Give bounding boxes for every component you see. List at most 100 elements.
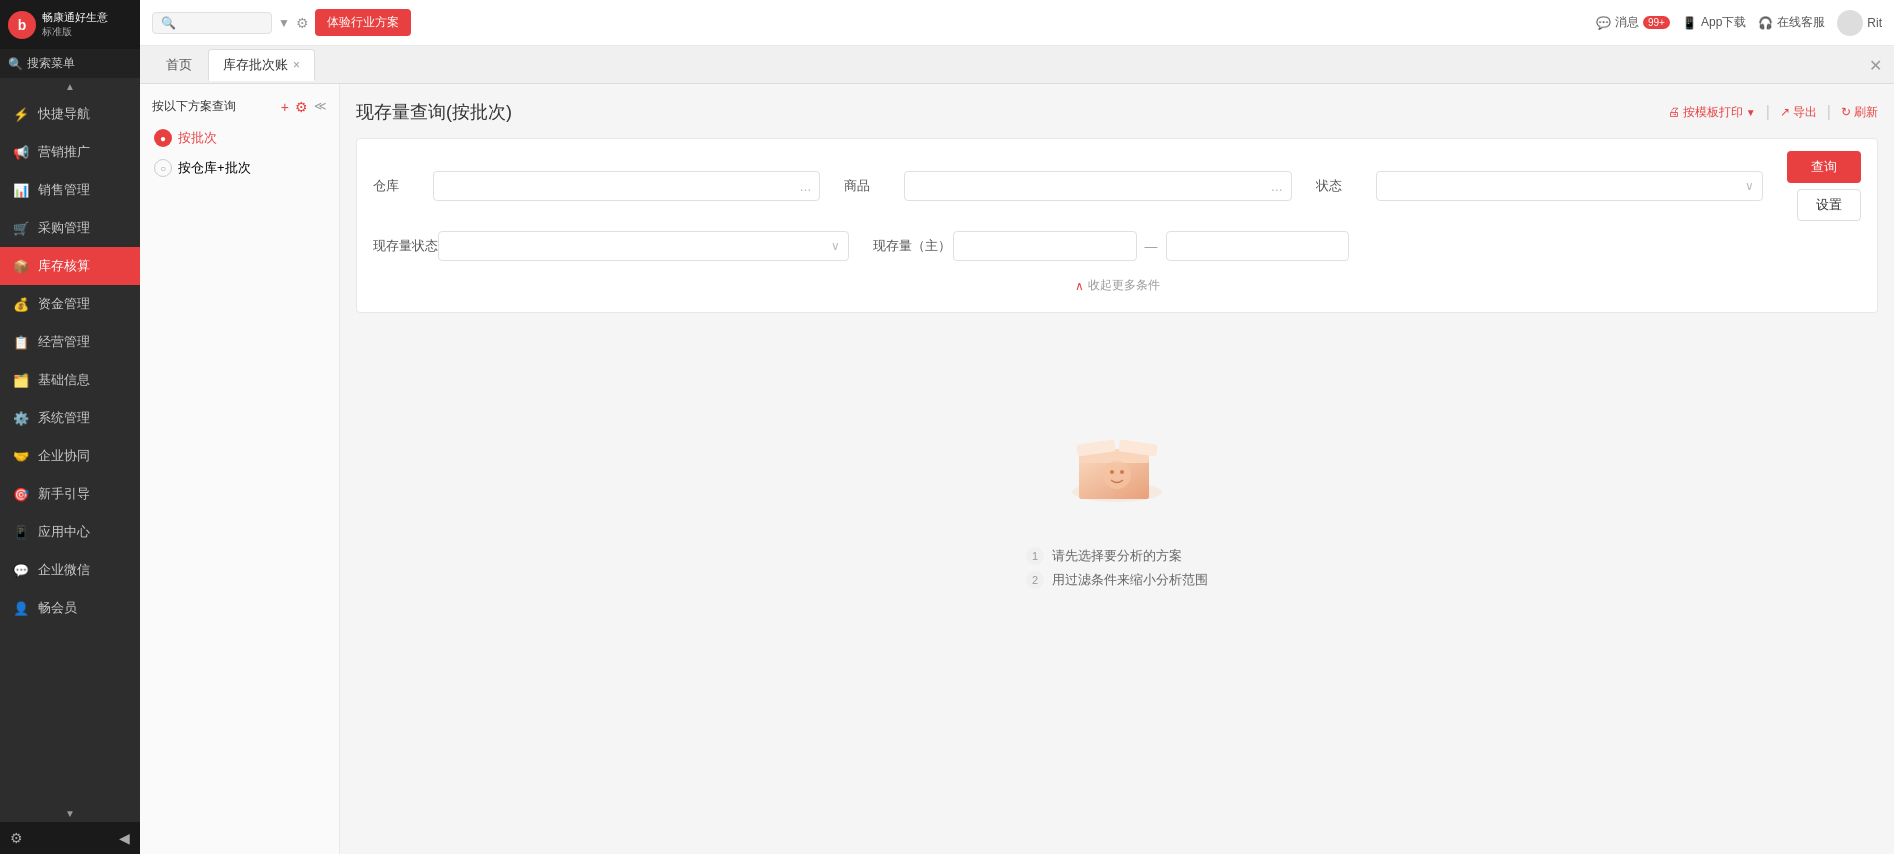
goods-dots[interactable]: ... — [1271, 178, 1283, 194]
stock-status-select[interactable]: ∨ — [438, 231, 849, 261]
stock-qty-input-to[interactable] — [1166, 231, 1350, 261]
newbie-label: 新手引导 — [38, 485, 90, 503]
scheme-by-warehouse-batch-label: 按仓库+批次 — [178, 159, 251, 177]
finance-label: 资金管理 — [38, 295, 90, 313]
scroll-down-btn[interactable]: ▼ — [0, 805, 140, 822]
status-select[interactable]: ∨ — [1376, 171, 1763, 201]
sidebar-item-purchase[interactable]: 🛒 采购管理 — [0, 209, 140, 247]
refresh-label: 刷新 — [1854, 104, 1878, 121]
stock-status-chevron: ∨ — [831, 239, 840, 253]
sidebar-item-operations[interactable]: 📋 经营管理 — [0, 323, 140, 361]
filter-area: 仓库 ... 商品 ... — [356, 138, 1878, 313]
purchase-label: 采购管理 — [38, 219, 90, 237]
stock-qty-dash: — — [1137, 239, 1166, 254]
quick-nav-label: 快捷导航 — [38, 105, 90, 123]
tab-inventory-batch[interactable]: 库存批次账 × — [208, 49, 315, 81]
app-download-action[interactable]: 📱 App下载 — [1682, 14, 1746, 31]
scheme-settings-icon[interactable]: ⚙ — [295, 99, 308, 115]
sidebar-item-sales[interactable]: 📊 销售管理 — [0, 171, 140, 209]
goods-input[interactable]: ... — [904, 171, 1291, 201]
sidebar-item-enterprise[interactable]: 🤝 企业协同 — [0, 437, 140, 475]
export-action[interactable]: ↗ 导出 — [1780, 104, 1817, 121]
export-icon: ↗ — [1780, 105, 1790, 119]
tab-home[interactable]: 首页 — [152, 50, 206, 80]
warehouse-dots[interactable]: ... — [800, 178, 812, 194]
member-icon: 👤 — [12, 599, 30, 617]
empty-tip-1: 1 请先选择要分析的方案 — [1026, 547, 1208, 565]
marketing-icon: 📢 — [12, 143, 30, 161]
user-area[interactable]: Rit — [1837, 10, 1882, 36]
svg-point-6 — [1103, 461, 1131, 489]
online-service-action[interactable]: 🎧 在线客服 — [1758, 14, 1825, 31]
panel-title: 按以下方案查询 — [152, 98, 236, 115]
sidebar-item-system[interactable]: ⚙️ 系统管理 — [0, 399, 140, 437]
tab-inventory-batch-label: 库存批次账 — [223, 56, 288, 74]
sidebar-item-wechat[interactable]: 💬 企业微信 — [0, 551, 140, 589]
app-logo: b — [8, 11, 36, 39]
scheme-item-by-batch[interactable]: ● 按批次 — [140, 123, 339, 153]
search-menu[interactable]: 🔍 搜索菜单 — [0, 49, 140, 78]
collapse-panel-btn[interactable]: ≪ — [314, 99, 327, 115]
sidebar-item-finance[interactable]: 💰 资金管理 — [0, 285, 140, 323]
filter-row-1: 仓库 ... 商品 ... — [373, 151, 1861, 221]
topbar-dropdown-icon[interactable]: ▼ — [278, 16, 290, 30]
status-chevron: ∨ — [1745, 179, 1754, 193]
goods-filter-group: 商品 ... — [844, 171, 1291, 201]
warehouse-label: 仓库 — [373, 177, 433, 195]
marketing-label: 营销推广 — [38, 143, 90, 161]
topbar-settings-icon[interactable]: ⚙ — [296, 15, 309, 31]
collapse-bar[interactable]: ∧ 收起更多条件 — [373, 271, 1861, 300]
experience-btn[interactable]: 体验行业方案 — [315, 9, 411, 36]
close-panel-icon[interactable]: ✕ — [1869, 55, 1882, 74]
sidebar-item-marketing[interactable]: 📢 营销推广 — [0, 133, 140, 171]
topbar-actions: 💬 消息 99+ 📱 App下载 🎧 在线客服 Rit — [1596, 10, 1882, 36]
sales-icon: 📊 — [12, 181, 30, 199]
wechat-icon: 💬 — [12, 561, 30, 579]
tab-close-icon[interactable]: × — [293, 58, 300, 72]
print-chevron: ▼ — [1746, 107, 1756, 118]
messages-action[interactable]: 💬 消息 99+ — [1596, 14, 1670, 31]
panel-header: 按以下方案查询 + ⚙ ≪ — [140, 94, 339, 123]
tip-text-1: 请先选择要分析的方案 — [1052, 547, 1182, 565]
stock-qty-input-from[interactable] — [953, 231, 1137, 261]
inventory-icon: 📦 — [12, 257, 30, 275]
topbar-search-box[interactable]: 🔍 — [152, 12, 272, 34]
enterprise-label: 企业协同 — [38, 447, 90, 465]
collapse-icon: ∧ — [1075, 279, 1084, 293]
collapse-sidebar-btn[interactable]: ◀ — [119, 830, 130, 846]
right-panel: 现存量查询(按批次) 🖨 按模板打印 ▼ | ↗ 导出 | ↻ — [340, 84, 1894, 854]
topbar-search-input[interactable] — [180, 16, 260, 30]
topbar-left: 🔍 ▼ ⚙ 体验行业方案 — [152, 9, 1588, 36]
inventory-label: 库存核算 — [38, 257, 90, 275]
warehouse-input[interactable]: ... — [433, 171, 820, 201]
sales-label: 销售管理 — [38, 181, 90, 199]
sidebar-item-member[interactable]: 👤 畅会员 — [0, 589, 140, 627]
sidebar-header: b 畅康通好生意 标准版 — [0, 0, 140, 49]
query-button[interactable]: 查询 — [1787, 151, 1861, 183]
content-area: 按以下方案查询 + ⚙ ≪ ● 按批次 ○ 按仓库+批次 现存量查询(按批次) — [140, 84, 1894, 854]
sidebar-item-newbie[interactable]: 🎯 新手引导 — [0, 475, 140, 513]
settings-button[interactable]: 设置 — [1797, 189, 1861, 221]
refresh-action[interactable]: ↻ 刷新 — [1841, 104, 1878, 121]
messages-icon: 💬 — [1596, 16, 1611, 30]
system-icon: ⚙️ — [12, 409, 30, 427]
svg-point-8 — [1120, 470, 1124, 474]
sidebar-item-app-center[interactable]: 📱 应用中心 — [0, 513, 140, 551]
warehouse-filter-group: 仓库 ... — [373, 171, 820, 201]
basic-icon: 🗂️ — [12, 371, 30, 389]
print-action[interactable]: 🖨 按模板打印 ▼ — [1668, 104, 1756, 121]
page-title-actions: 🖨 按模板打印 ▼ | ↗ 导出 | ↻ 刷新 — [1668, 103, 1878, 121]
search-icon: 🔍 — [8, 57, 23, 71]
empty-illustration — [1057, 407, 1177, 527]
sidebar-item-inventory[interactable]: 📦 库存核算 — [0, 247, 140, 285]
scroll-up-btn[interactable]: ▲ — [0, 78, 140, 95]
settings-footer-icon[interactable]: ⚙ — [10, 830, 23, 846]
tab-home-label: 首页 — [166, 56, 192, 74]
system-label: 系统管理 — [38, 409, 90, 427]
scheme-active-icon: ● — [154, 129, 172, 147]
add-scheme-btn[interactable]: + — [281, 99, 289, 115]
scheme-item-by-warehouse-batch[interactable]: ○ 按仓库+批次 — [140, 153, 339, 183]
sidebar-item-quick-nav[interactable]: ⚡ 快捷导航 — [0, 95, 140, 133]
sidebar-item-basic[interactable]: 🗂️ 基础信息 — [0, 361, 140, 399]
print-label: 按模板打印 — [1683, 104, 1743, 121]
